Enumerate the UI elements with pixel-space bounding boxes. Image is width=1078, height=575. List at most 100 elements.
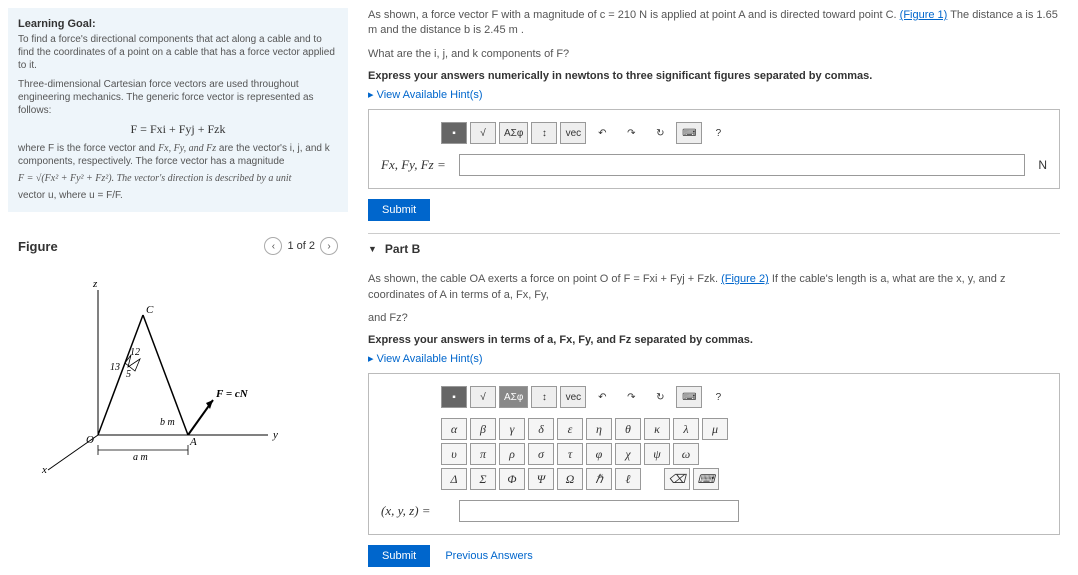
part-b-intro: As shown, the cable OA exerts a force on… <box>368 272 1060 303</box>
svg-text:F = cN: F = cN <box>215 388 249 400</box>
pager-text: 1 of 2 <box>287 240 315 252</box>
greek-σ[interactable]: σ <box>528 443 554 465</box>
greek-ρ[interactable]: ρ <box>499 443 525 465</box>
figure-pager: ‹ 1 of 2 › <box>264 237 338 255</box>
greek-ℏ[interactable]: ℏ <box>586 468 612 490</box>
learning-title: Learning Goal: <box>18 18 96 30</box>
figure-diagram: z C 13 12 5 F = cN b m O A y a m x <box>18 265 338 488</box>
part-b-submit-button[interactable]: Submit <box>368 545 430 567</box>
keyboard-button-b[interactable]: ⌨ <box>676 386 702 408</box>
part-a-toolbar: ▪ √ ΑΣφ ↕ vec ↶ ↷ ↻ ⌨ ? <box>381 122 1047 144</box>
arrows-button[interactable]: ↕ <box>531 122 557 144</box>
greek-θ[interactable]: θ <box>615 418 641 440</box>
part-b-hints-link[interactable]: View Available Hint(s) <box>368 352 1060 365</box>
backspace-button[interactable]: ⌫ <box>664 468 690 490</box>
part-a-hints-link[interactable]: View Available Hint(s) <box>368 88 1060 101</box>
part-a-label: Fx, Fy, Fz = <box>381 157 451 173</box>
collapse-icon: ▼ <box>368 244 377 254</box>
svg-text:O: O <box>86 434 94 446</box>
svg-text:5: 5 <box>126 369 131 380</box>
figure-1-link[interactable]: (Figure 1) <box>900 9 948 21</box>
part-b-answer-box: ▪ √ ΑΣφ ↕ vec ↶ ↷ ↻ ⌨ ? αβγδεηθκλμ υπρστ… <box>368 373 1060 535</box>
sqrt-button[interactable]: √ <box>470 122 496 144</box>
part-b-toolbar: ▪ √ ΑΣφ ↕ vec ↶ ↷ ↻ ⌨ ? <box>381 386 1047 408</box>
part-a-instructions: Express your answers numerically in newt… <box>368 70 1060 82</box>
figure-panel: Figure ‹ 1 of 2 › <box>8 227 348 498</box>
figure-title: Figure <box>18 239 58 254</box>
svg-text:13: 13 <box>110 362 120 373</box>
formula-2: F = √(Fx² + Fy² + Fz²). The vector's dir… <box>18 172 338 185</box>
greek-ω[interactable]: ω <box>673 443 699 465</box>
greek-γ[interactable]: γ <box>499 418 525 440</box>
part-a-intro: As shown, a force vector F with a magnit… <box>368 8 1060 39</box>
template-button[interactable]: ▪ <box>441 122 467 144</box>
part-a-question: What are the i, j, and k components of F… <box>368 47 1060 62</box>
greek-Ψ[interactable]: Ψ <box>528 468 554 490</box>
part-a-answer-box: ▪ √ ΑΣφ ↕ vec ↶ ↷ ↻ ⌨ ? Fx, Fy, Fz = N <box>368 109 1060 189</box>
greek-η[interactable]: η <box>586 418 612 440</box>
learning-goal-box: Learning Goal: To find a force's directi… <box>8 8 348 212</box>
part-a-unit: N <box>1038 158 1047 172</box>
learning-p2: Three-dimensional Cartesian force vector… <box>18 78 338 117</box>
part-b-title: Part B <box>385 242 420 256</box>
part-b-intro3: and Fz? <box>368 311 1060 326</box>
undo-button[interactable]: ↶ <box>589 122 615 144</box>
greek-φ[interactable]: φ <box>586 443 612 465</box>
greek-button-b[interactable]: ΑΣφ <box>499 386 528 408</box>
keyboard-button[interactable]: ⌨ <box>676 122 702 144</box>
redo-button-b[interactable]: ↷ <box>618 386 644 408</box>
svg-text:y: y <box>272 429 278 441</box>
svg-text:A: A <box>189 436 197 448</box>
greek-palette: αβγδεηθκλμ υπρστφχψω ΔΣΦΨΩℏℓ ⌫⌨ <box>381 418 1047 490</box>
svg-text:x: x <box>41 464 47 475</box>
redo-button[interactable]: ↷ <box>618 122 644 144</box>
greek-ℓ[interactable]: ℓ <box>615 468 641 490</box>
svg-text:12: 12 <box>130 347 140 358</box>
vec-button[interactable]: vec <box>560 122 586 144</box>
greek-μ[interactable]: μ <box>702 418 728 440</box>
greek-κ[interactable]: κ <box>644 418 670 440</box>
learning-p1: To find a force's directional components… <box>18 33 338 72</box>
part-a-input[interactable] <box>459 154 1025 176</box>
vec-button-b[interactable]: vec <box>560 386 586 408</box>
sqrt-button-b[interactable]: √ <box>470 386 496 408</box>
greek-α[interactable]: α <box>441 418 467 440</box>
svg-text:C: C <box>146 304 154 316</box>
greek-τ[interactable]: τ <box>557 443 583 465</box>
greek-Σ[interactable]: Σ <box>470 468 496 490</box>
next-figure-button[interactable]: › <box>320 237 338 255</box>
part-b-input[interactable] <box>459 500 739 522</box>
learning-p4: vector u, where u = F/F. <box>18 189 338 202</box>
greek-χ[interactable]: χ <box>615 443 641 465</box>
figure-2-link[interactable]: (Figure 2) <box>721 273 769 285</box>
undo-button-b[interactable]: ↶ <box>589 386 615 408</box>
greek-Ω[interactable]: Ω <box>557 468 583 490</box>
reset-button-b[interactable]: ↻ <box>647 386 673 408</box>
prev-figure-button[interactable]: ‹ <box>264 237 282 255</box>
greek-δ[interactable]: δ <box>528 418 554 440</box>
part-b-label: (x, y, z) = <box>381 503 451 519</box>
learning-p3: where F is the force vector and Fx, Fy, … <box>18 142 338 168</box>
help-button[interactable]: ? <box>705 122 731 144</box>
greek-Δ[interactable]: Δ <box>441 468 467 490</box>
part-a-submit-button[interactable]: Submit <box>368 199 430 221</box>
greek-button[interactable]: ΑΣφ <box>499 122 528 144</box>
greek-υ[interactable]: υ <box>441 443 467 465</box>
greek-ε[interactable]: ε <box>557 418 583 440</box>
greek-λ[interactable]: λ <box>673 418 699 440</box>
arrows-button-b[interactable]: ↕ <box>531 386 557 408</box>
previous-answers-link[interactable]: Previous Answers <box>445 550 532 562</box>
template-button-b[interactable]: ▪ <box>441 386 467 408</box>
svg-text:a m: a m <box>133 452 148 463</box>
reset-button[interactable]: ↻ <box>647 122 673 144</box>
help-button-b[interactable]: ? <box>705 386 731 408</box>
greek-Φ[interactable]: Φ <box>499 468 525 490</box>
part-b-header[interactable]: ▼ Part B <box>368 233 1060 264</box>
part-b-instructions: Express your answers in terms of a, Fx, … <box>368 334 1060 346</box>
greek-π[interactable]: π <box>470 443 496 465</box>
greek-β[interactable]: β <box>470 418 496 440</box>
greek-ψ[interactable]: ψ <box>644 443 670 465</box>
svg-text:z: z <box>92 278 98 290</box>
mini-keyboard-button[interactable]: ⌨ <box>693 468 719 490</box>
svg-text:b m: b m <box>160 417 175 428</box>
